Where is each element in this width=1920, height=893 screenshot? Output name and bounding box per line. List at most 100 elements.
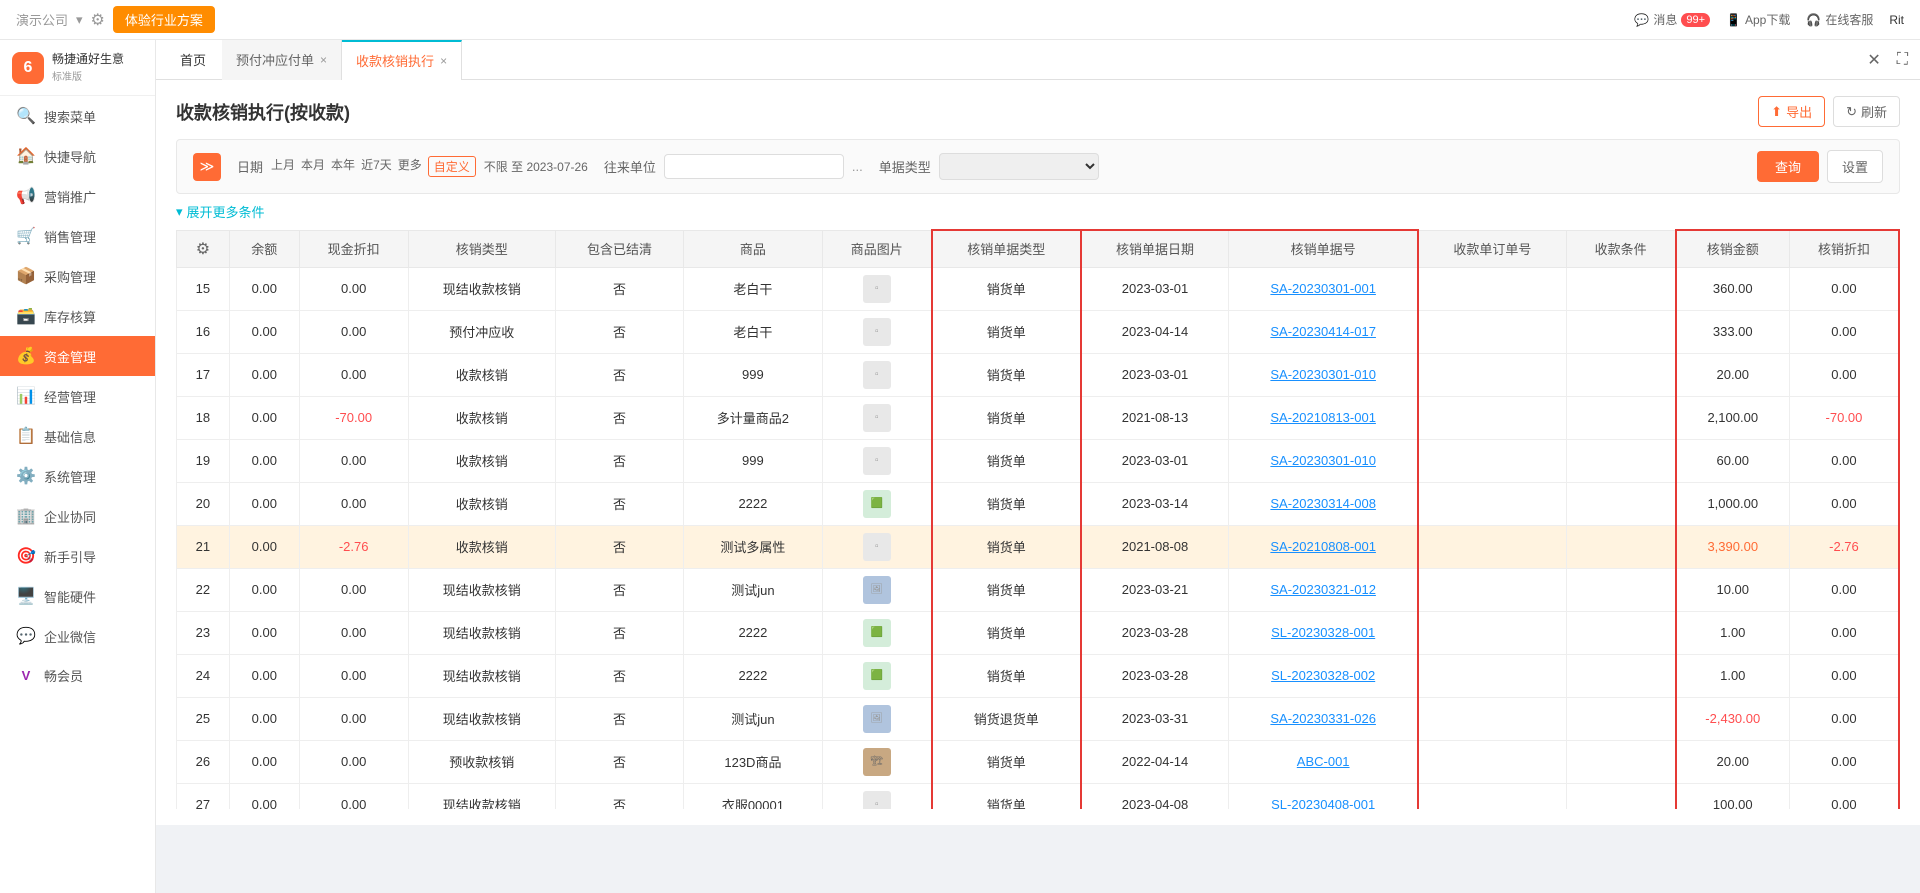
cell-cash-discount: 0.00 <box>299 740 408 783</box>
online-service[interactable]: 🎧 在线客服 <box>1806 11 1873 28</box>
cell-cancel-bill-no[interactable]: SA-20230414-017 <box>1229 310 1418 353</box>
query-btn[interactable]: 查询 <box>1757 151 1819 182</box>
sidebar-item-operations[interactable]: 📊 经营管理 <box>0 376 155 416</box>
table-row: 17 0.00 0.00 收款核销 否 999 ▫ 销货单 2023-03-01… <box>177 353 1900 396</box>
data-table: ⚙ 余额 现金折扣 核销类型 包含已结清 商品 商品图片 核销单据类型 核销单据… <box>176 229 1900 809</box>
date-more[interactable]: 更多 <box>398 156 422 177</box>
cell-cancel-bill-no[interactable]: SL-20230328-002 <box>1229 654 1418 697</box>
tab-prepay[interactable]: 预付冲应付单 × <box>222 40 342 80</box>
wechat-icon: 💬 <box>16 626 36 646</box>
cell-cancel-bill-no[interactable]: SL-20230328-001 <box>1229 611 1418 654</box>
expand-more-btn[interactable]: ▾ 展开更多条件 <box>176 202 1900 221</box>
cell-receipt-order-no <box>1418 353 1566 396</box>
cell-balance: 0.00 <box>229 697 299 740</box>
th-goods: 商品 <box>684 230 823 267</box>
sidebar-item-marketing[interactable]: 📢 营销推广 <box>0 176 155 216</box>
date-last-month[interactable]: 上月 <box>271 156 295 177</box>
th-receipt-condition: 收款条件 <box>1566 230 1675 267</box>
industry-btn[interactable]: 体验行业方案 <box>113 6 215 33</box>
party-input[interactable] <box>664 154 844 179</box>
sidebar-item-wechat[interactable]: 💬 企业微信 <box>0 616 155 656</box>
maximize-btn[interactable]: ⛶ <box>1893 47 1912 73</box>
sidebar-item-sales[interactable]: 🛒 销售管理 <box>0 216 155 256</box>
date-custom[interactable]: 自定义 <box>428 156 476 177</box>
th-cancel-discount: 核销折扣 <box>1789 230 1899 267</box>
date-this-month[interactable]: 本月 <box>301 156 325 177</box>
cell-receipt-order-no <box>1418 611 1566 654</box>
cell-receipt-condition <box>1566 353 1675 396</box>
cell-goods-img: 🏗 <box>822 740 931 783</box>
sidebar-label-system: 系统管理 <box>44 467 96 486</box>
cell-cancel-bill-type: 销货单 <box>932 783 1081 809</box>
cell-cancel-bill-no[interactable]: SA-20210813-001 <box>1229 396 1418 439</box>
home-icon: 🏠 <box>16 146 36 166</box>
dropdown-icon[interactable]: ▾ <box>76 12 83 28</box>
cell-cancel-bill-no[interactable]: SA-20230314-008 <box>1229 482 1418 525</box>
settings-icon[interactable]: ⚙ <box>91 10 105 30</box>
sidebar-item-inventory[interactable]: 🗃️ 库存核算 <box>0 296 155 336</box>
sidebar-item-search[interactable]: 🔍 搜索菜单 <box>0 96 155 136</box>
sidebar-item-member[interactable]: V 畅会员 <box>0 656 155 695</box>
sidebar-item-guide[interactable]: 🎯 新手引导 <box>0 536 155 576</box>
cell-receipt-order-no <box>1418 740 1566 783</box>
sidebar-label-sales: 销售管理 <box>44 227 96 246</box>
system-icon: ⚙️ <box>16 466 36 486</box>
date-this-year[interactable]: 本年 <box>331 156 355 177</box>
cell-cancel-bill-no[interactable]: SA-20230301-010 <box>1229 439 1418 482</box>
filter-toggle-btn[interactable]: ≫ <box>193 153 221 181</box>
cell-seq: 22 <box>177 568 230 611</box>
cell-receipt-order-no <box>1418 482 1566 525</box>
cell-cancel-bill-no[interactable]: SA-20230321-012 <box>1229 568 1418 611</box>
cell-goods-img: ▫ <box>822 783 931 809</box>
cell-cancel-type: 现结收款核销 <box>408 568 555 611</box>
cell-receipt-condition <box>1566 267 1675 310</box>
cell-cancel-bill-no[interactable]: SA-20210808-001 <box>1229 525 1418 568</box>
cell-cancel-bill-no[interactable]: SA-20230331-026 <box>1229 697 1418 740</box>
cell-cancel-bill-no[interactable]: SA-20230301-010 <box>1229 353 1418 396</box>
refresh-btn[interactable]: ↻ 刷新 <box>1833 96 1900 127</box>
sidebar-item-hardware[interactable]: 🖥️ 智能硬件 <box>0 576 155 616</box>
search-icon: 🔍 <box>16 106 36 126</box>
cell-goods: 999 <box>684 439 823 482</box>
cell-receipt-condition <box>1566 697 1675 740</box>
col-settings[interactable]: ⚙ <box>177 230 230 267</box>
cell-cash-discount: -70.00 <box>299 396 408 439</box>
sidebar-item-enterprise[interactable]: 🏢 企业协同 <box>0 496 155 536</box>
sidebar-item-shortcuts[interactable]: 🏠 快捷导航 <box>0 136 155 176</box>
close-window-btn[interactable]: ✕ <box>1863 46 1884 74</box>
phone-icon: 📱 <box>1726 13 1741 27</box>
cell-cancel-bill-type: 销货单 <box>932 568 1081 611</box>
cell-cancel-bill-date: 2023-03-21 <box>1081 568 1229 611</box>
cell-receipt-order-no <box>1418 310 1566 353</box>
sidebar-item-finance[interactable]: 💰 资金管理 <box>0 336 155 376</box>
cell-cancel-bill-no[interactable]: SL-20230408-001 <box>1229 783 1418 809</box>
export-btn[interactable]: ⬆ 导出 <box>1758 96 1825 127</box>
tab-prepay-close[interactable]: × <box>320 53 327 67</box>
table-row: 24 0.00 0.00 现结收款核销 否 2222 🟩 销货单 2023-03… <box>177 654 1900 697</box>
cell-cancel-bill-no[interactable]: SA-20230301-001 <box>1229 267 1418 310</box>
tab-collection-close[interactable]: × <box>440 54 447 68</box>
date-7days[interactable]: 近7天 <box>361 156 392 177</box>
bill-type-select[interactable] <box>939 153 1099 180</box>
cell-cancel-discount: 0.00 <box>1789 482 1899 525</box>
marketing-icon: 📢 <box>16 186 36 206</box>
cell-balance: 0.00 <box>229 267 299 310</box>
cell-goods-img: ▫ <box>822 353 931 396</box>
user-name[interactable]: Rit <box>1889 13 1904 27</box>
cell-cancel-discount: 0.00 <box>1789 697 1899 740</box>
basic-icon: 📋 <box>16 426 36 446</box>
tab-collection[interactable]: 收款核销执行 × <box>342 40 462 80</box>
sidebar-item-purchase[interactable]: 📦 采购管理 <box>0 256 155 296</box>
cell-balance: 0.00 <box>229 783 299 809</box>
cell-cancel-type: 现结收款核销 <box>408 611 555 654</box>
setting-btn[interactable]: 设置 <box>1827 150 1883 183</box>
sidebar-item-system[interactable]: ⚙️ 系统管理 <box>0 456 155 496</box>
app-download[interactable]: 📱 App下载 <box>1726 11 1790 28</box>
table-row: 15 0.00 0.00 现结收款核销 否 老白干 ▫ 销货单 2023-03-… <box>177 267 1900 310</box>
sidebar-item-basic[interactable]: 📋 基础信息 <box>0 416 155 456</box>
cell-cancel-bill-no[interactable]: ABC-001 <box>1229 740 1418 783</box>
col-settings-icon[interactable]: ⚙ <box>196 241 210 258</box>
export-icon: ⬆ <box>1771 104 1782 120</box>
tab-home[interactable]: 首页 <box>164 40 222 80</box>
message-area[interactable]: 💬 消息 99+ <box>1634 11 1710 28</box>
